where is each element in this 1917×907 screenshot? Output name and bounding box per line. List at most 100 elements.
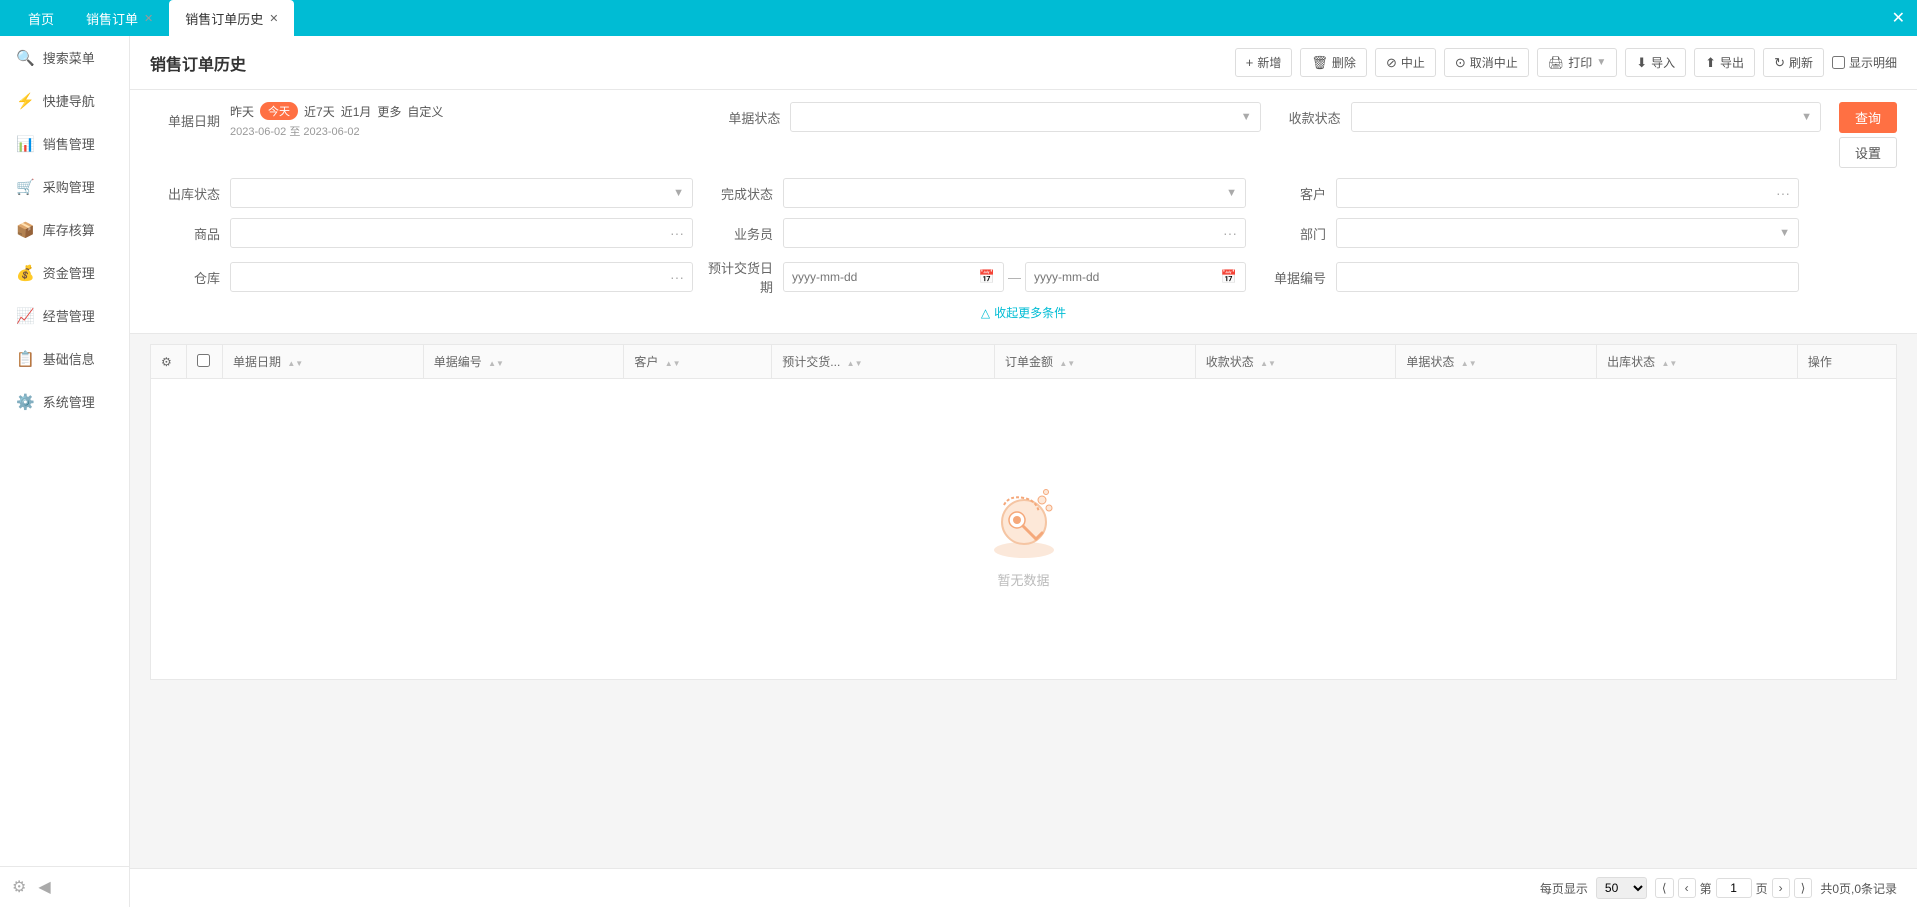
salesperson-input-wrap[interactable]: ··· [783,218,1246,248]
display-toggle-checkbox[interactable] [1832,56,1845,69]
warehouse-input-wrap[interactable]: ··· [230,262,693,292]
customer-input-wrap[interactable]: ··· [1336,178,1799,208]
table-col-receipt-status[interactable]: 收款状态 ▲▼ [1195,345,1396,379]
table-col-bill-date[interactable]: 单据日期 ▲▼ [223,345,424,379]
export-button[interactable]: ⬆ 导出 [1694,48,1755,77]
sort-icon-customer[interactable]: ▲▼ [665,360,681,368]
calendar-start-icon[interactable]: 📅 [979,269,995,285]
department-input-wrap[interactable]: ▼ [1336,218,1799,248]
sidebar-item-search-menu[interactable]: 🔍 搜索菜单 [0,36,129,79]
sort-icon-bill-status[interactable]: ▲▼ [1461,360,1477,368]
table-check-all[interactable] [197,354,210,367]
display-toggle[interactable]: 显示明细 [1832,54,1897,71]
bill-status-input-wrap[interactable]: ▼ [790,102,1260,132]
bill-no-input-wrap[interactable] [1336,262,1799,292]
sidebar-item-purchase-mgmt[interactable]: 🛒 采购管理 [0,165,129,208]
refresh-button[interactable]: ↻ 刷新 [1763,48,1824,77]
delete-button[interactable]: 🗑 删除 [1300,48,1367,77]
table-col-expected-delivery[interactable]: 预计交货... ▲▼ [772,345,995,379]
table-col-settings[interactable]: ⚙ [151,345,187,379]
settings-button[interactable]: 设置 [1839,137,1897,168]
receipt-status-input[interactable] [1360,110,1801,124]
outbound-status-input[interactable] [239,186,673,200]
tab-sales-order-history[interactable]: 销售订单历史 ✕ [169,0,294,36]
table-header-row: ⚙ 单据日期 ▲▼ 单据编号 ▲▼ [151,345,1897,379]
customer-filter: 客户 ··· [1256,178,1799,208]
goods-input-wrap[interactable]: ··· [230,218,693,248]
sidebar-item-purchase-mgmt-label: 采购管理 [43,177,95,196]
page-last-button[interactable]: ⟩ [1794,878,1813,898]
receipt-status-input-wrap[interactable]: ▼ [1351,102,1821,132]
cancel-stop-button[interactable]: ⊙ 取消中止 [1444,48,1529,77]
sidebar-item-operations-mgmt[interactable]: 📈 经营管理 [0,294,129,337]
add-button[interactable]: + 新增 [1235,48,1293,77]
sidebar-item-basic-info[interactable]: 📋 基础信息 [0,337,129,380]
sort-icon-bill-no[interactable]: ▲▼ [488,360,504,368]
tab-sales-order-close[interactable]: ✕ [144,12,153,25]
sidebar-item-sales-mgmt[interactable]: 📊 销售管理 [0,122,129,165]
stop-button[interactable]: ⊘ 中止 [1375,48,1436,77]
table-col-check[interactable] [187,345,223,379]
print-button[interactable]: 🖨 打印 ▼ [1537,48,1617,77]
date-opt-1month[interactable]: 近1月 [341,103,372,120]
completion-status-arrow[interactable]: ▼ [1226,187,1237,199]
warehouse-dots[interactable]: ··· [670,269,684,285]
delivery-start-input[interactable]: 📅 [783,262,1004,292]
bill-no-input[interactable] [1345,270,1790,284]
sidebar-item-quick-nav[interactable]: ⚡ 快捷导航 [0,79,129,122]
salesperson-input[interactable] [792,226,1223,240]
department-arrow[interactable]: ▼ [1779,227,1790,239]
date-opt-custom[interactable]: 自定义 [407,103,443,120]
bill-status-arrow[interactable]: ▼ [1241,111,1252,123]
page-size-select[interactable]: 50 10 20 100 [1596,877,1647,899]
query-button[interactable]: 查询 [1839,102,1897,133]
sidebar-collapse-icon[interactable]: ◀ [38,877,50,897]
page-prev-button[interactable]: ‹ [1678,878,1696,898]
page-input[interactable] [1716,878,1752,898]
page-first-button[interactable]: ⟨ [1655,878,1674,898]
sidebar-item-capital-mgmt[interactable]: 💰 资金管理 [0,251,129,294]
import-button[interactable]: ⬇ 导入 [1625,48,1686,77]
calendar-end-icon[interactable]: 📅 [1221,269,1237,285]
outbound-status-input-wrap[interactable]: ▼ [230,178,693,208]
table-col-order-amount[interactable]: 订单金额 ▲▼ [995,345,1196,379]
sort-icon-receipt-status[interactable]: ▲▼ [1260,360,1276,368]
department-input[interactable] [1345,226,1779,240]
customer-dots[interactable]: ··· [1776,185,1790,201]
receipt-status-arrow[interactable]: ▼ [1801,111,1812,123]
warehouse-input[interactable] [239,270,670,284]
tab-home[interactable]: 首页 [12,0,70,36]
table-col-bill-status[interactable]: 单据状态 ▲▼ [1396,345,1597,379]
delivery-start-field[interactable] [792,270,975,284]
salesperson-dots[interactable]: ··· [1223,225,1237,241]
sort-icon-expected-delivery[interactable]: ▲▼ [847,360,863,368]
table-settings-icon[interactable]: ⚙ [161,355,172,369]
date-opt-today[interactable]: 今天 [260,102,298,120]
sidebar-item-sys-mgmt[interactable]: ⚙️ 系统管理 [0,380,129,423]
sidebar-item-inventory-calc[interactable]: 📦 库存核算 [0,208,129,251]
date-opt-more[interactable]: 更多 [377,103,401,120]
table-col-bill-no[interactable]: 单据编号 ▲▼ [423,345,624,379]
sidebar-settings-icon[interactable]: ⚙ [12,877,26,897]
customer-input[interactable] [1345,186,1776,200]
date-opt-7days[interactable]: 近7天 [304,103,335,120]
table-col-outbound-status[interactable]: 出库状态 ▲▼ [1597,345,1798,379]
delivery-end-input[interactable]: 📅 [1025,262,1246,292]
sort-icon-bill-date[interactable]: ▲▼ [287,360,303,368]
page-next-button[interactable]: › [1772,878,1790,898]
table-col-customer[interactable]: 客户 ▲▼ [624,345,772,379]
tab-sales-order-history-close[interactable]: ✕ [269,12,278,25]
topbar-close-icon[interactable]: ✕ [1892,8,1905,28]
tab-sales-order[interactable]: 销售订单 ✕ [70,0,169,36]
completion-status-input-wrap[interactable]: ▼ [783,178,1246,208]
sort-icon-outbound-status[interactable]: ▲▼ [1661,360,1677,368]
goods-dots[interactable]: ··· [670,225,684,241]
delivery-end-field[interactable] [1034,270,1217,284]
date-opt-yesterday[interactable]: 昨天 [230,103,254,120]
goods-input[interactable] [239,226,670,240]
outbound-status-arrow[interactable]: ▼ [673,187,684,199]
bill-status-input[interactable] [799,110,1240,124]
completion-status-input[interactable] [792,186,1226,200]
sort-icon-order-amount[interactable]: ▲▼ [1059,360,1075,368]
collapse-bar[interactable]: △ 收起更多条件 [150,304,1897,321]
